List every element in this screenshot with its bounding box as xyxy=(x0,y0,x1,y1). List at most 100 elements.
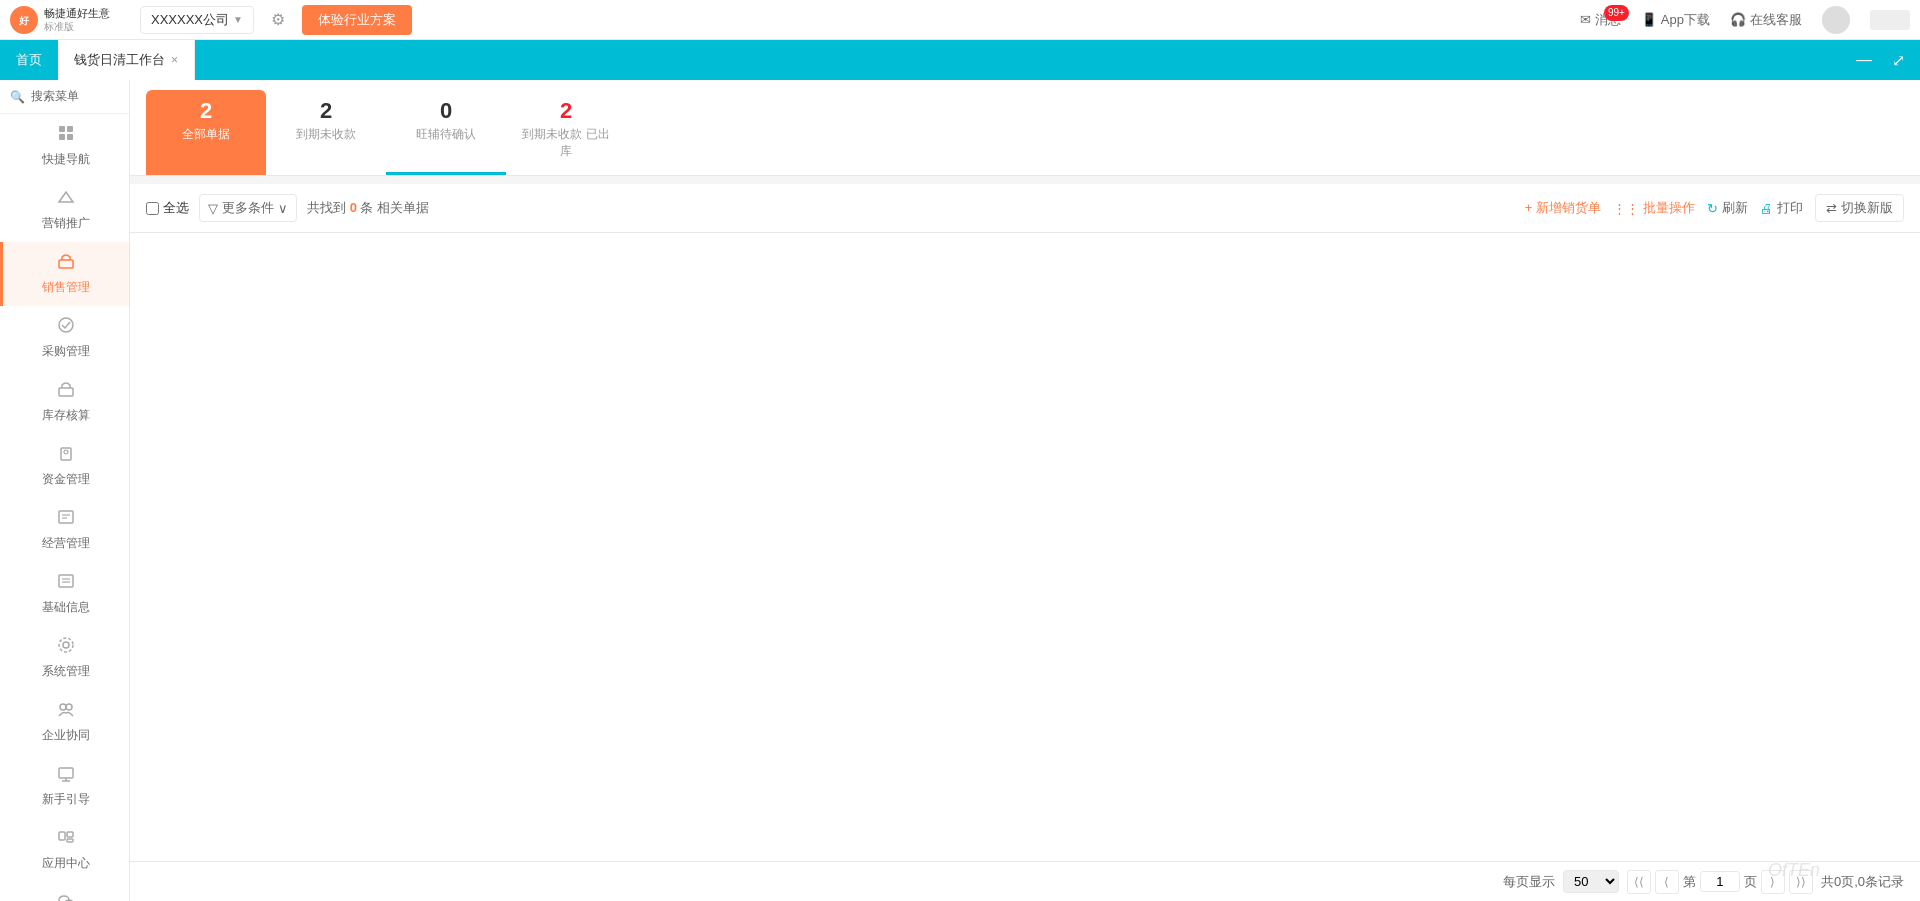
sidebar-item-system[interactable]: 系统管理 xyxy=(0,626,129,690)
quick-nav-icon xyxy=(57,124,75,147)
batch-op-button[interactable]: ⋮⋮ 批量操作 xyxy=(1613,199,1695,217)
sidebar-item-label: 应用中心 xyxy=(42,855,90,872)
select-all-checkbox-area[interactable]: 全选 xyxy=(146,199,189,217)
top-header: 好 畅捷通好生意 标准版 XXXXXX公司 ▼ ⚙ 体验行业方案 ✉ 消息 99… xyxy=(0,0,1920,40)
result-count: 共找到 0 条 相关单据 xyxy=(307,199,429,217)
avatar[interactable] xyxy=(1822,6,1850,34)
sidebar-item-basics[interactable]: 基础信息 xyxy=(0,562,129,626)
stat-overdue-num: 2 xyxy=(278,98,374,124)
sidebar-item-marketing[interactable]: 营销推广 xyxy=(0,178,129,242)
wechat-icon xyxy=(57,892,75,901)
sidebar-search[interactable]: 🔍 搜索菜单 xyxy=(0,80,129,114)
prev-page-button[interactable]: ⟨ xyxy=(1655,870,1679,894)
new-sale-button[interactable]: + 新增销货单 xyxy=(1525,199,1601,217)
app-download-action[interactable]: 📱 App下载 xyxy=(1641,11,1710,29)
sidebar-item-label: 经营管理 xyxy=(42,535,90,552)
sidebar-item-quick-nav[interactable]: 快捷导航 xyxy=(0,114,129,178)
experience-button[interactable]: 体验行业方案 xyxy=(302,5,412,35)
tab-bar-right: — ⤢ xyxy=(1852,48,1920,72)
switch-icon: ⇄ xyxy=(1826,201,1837,216)
svg-rect-7 xyxy=(59,260,73,268)
svg-rect-12 xyxy=(59,511,73,523)
stat-overdue-shipped-num: 2 xyxy=(518,98,614,124)
sidebar-item-label: 库存核算 xyxy=(42,407,90,424)
purchase-icon xyxy=(57,316,75,339)
sidebar-item-inventory[interactable]: 库存核算 xyxy=(0,370,129,434)
svg-rect-25 xyxy=(59,832,65,840)
inventory-icon xyxy=(57,380,75,403)
svg-rect-5 xyxy=(67,134,73,140)
sidebar-item-cooperation[interactable]: 企业协同 xyxy=(0,690,129,754)
next-page-button[interactable]: ⟩ xyxy=(1761,870,1785,894)
system-icon xyxy=(57,636,75,659)
tab-close-icon[interactable]: × xyxy=(171,53,178,67)
settings-icon[interactable]: ⚙ xyxy=(264,6,292,34)
sidebar-search-label: 搜索菜单 xyxy=(31,88,79,105)
logo-area: 好 畅捷通好生意 标准版 xyxy=(10,6,140,34)
tab-home[interactable]: 首页 xyxy=(0,40,58,80)
page-label: 第 xyxy=(1683,873,1696,891)
stat-tab-pending[interactable]: 0 旺辅待确认 xyxy=(386,90,506,175)
stat-overdue-label: 到期未收款 xyxy=(278,126,374,143)
per-page-label: 每页显示 xyxy=(1503,873,1555,891)
filter-button[interactable]: ▽ 更多条件 ∨ xyxy=(199,194,297,222)
company-name: XXXXXX公司 xyxy=(151,11,229,29)
sidebar-item-guide[interactable]: 新手引导 xyxy=(0,754,129,818)
table-footer: 每页显示 50 20 100 ⟨⟨ ⟨ 第 页 ⟩ ⟩⟩ 共0页,0条记录 xyxy=(130,861,1920,901)
sidebar-item-finance[interactable]: 资金管理 xyxy=(0,434,129,498)
sidebar-item-label: 新手引导 xyxy=(42,791,90,808)
messages-icon: ✉ xyxy=(1580,12,1591,27)
tab-minimize-icon[interactable]: — xyxy=(1852,48,1876,72)
operations-icon xyxy=(57,508,75,531)
online-service-action[interactable]: 🎧 在线客服 xyxy=(1730,11,1802,29)
svg-rect-26 xyxy=(67,832,73,837)
filter-icon: ▽ xyxy=(208,201,218,216)
online-service-icon: 🎧 xyxy=(1730,12,1746,27)
last-page-button[interactable]: ⟩⟩ xyxy=(1789,870,1813,894)
tab-maximize-icon[interactable]: ⤢ xyxy=(1886,48,1910,72)
stats-tabs: 2 全部单据 2 到期未收款 0 旺辅待确认 2 到期未收款 已出库 xyxy=(130,80,1920,176)
logo-text: 畅捷通好生意 标准版 xyxy=(44,6,110,33)
stat-tab-overdue[interactable]: 2 到期未收款 xyxy=(266,90,386,175)
svg-point-19 xyxy=(59,638,73,652)
app-download-icon: 📱 xyxy=(1641,12,1657,27)
sidebar-item-sales[interactable]: 销售管理 xyxy=(0,242,129,306)
count-value: 0 xyxy=(350,200,357,215)
total-records: 共0页,0条记录 xyxy=(1821,873,1904,891)
svg-rect-2 xyxy=(59,126,65,132)
sidebar-item-wechat[interactable]: 企业微信 xyxy=(0,882,129,901)
page-nav: ⟨⟨ ⟨ 第 页 ⟩ ⟩⟩ xyxy=(1627,870,1813,894)
tab-work-platform[interactable]: 钱货日清工作台 × xyxy=(58,40,195,80)
cooperation-icon xyxy=(57,700,75,723)
table-area xyxy=(130,233,1920,861)
company-selector[interactable]: XXXXXX公司 ▼ xyxy=(140,6,254,34)
select-all-checkbox[interactable] xyxy=(146,202,159,215)
per-page-select[interactable]: 50 20 100 xyxy=(1563,870,1619,893)
stat-tab-all[interactable]: 2 全部单据 xyxy=(146,90,266,175)
select-all-label: 全选 xyxy=(163,199,189,217)
sidebar-item-label: 销售管理 xyxy=(42,279,90,296)
sidebar-item-label: 快捷导航 xyxy=(42,151,90,168)
svg-rect-22 xyxy=(59,768,73,778)
guide-icon xyxy=(57,764,75,787)
stat-tab-overdue-shipped[interactable]: 2 到期未收款 已出库 xyxy=(506,90,626,175)
search-icon: 🔍 xyxy=(10,90,25,104)
basics-icon xyxy=(57,572,75,595)
print-button[interactable]: 🖨 打印 xyxy=(1760,199,1803,217)
content-area: 2 全部单据 2 到期未收款 0 旺辅待确认 2 到期未收款 已出库 全选 xyxy=(130,80,1920,901)
messages-action[interactable]: ✉ 消息 99+ xyxy=(1580,11,1621,29)
first-page-button[interactable]: ⟨⟨ xyxy=(1627,870,1651,894)
sidebar-item-label: 资金管理 xyxy=(42,471,90,488)
sidebar-item-purchase[interactable]: 采购管理 xyxy=(0,306,129,370)
svg-rect-27 xyxy=(67,839,73,842)
svg-rect-4 xyxy=(59,134,65,140)
sidebar-item-label: 基础信息 xyxy=(42,599,90,616)
page-input[interactable] xyxy=(1700,871,1740,892)
refresh-button[interactable]: ↻ 刷新 xyxy=(1707,199,1748,217)
sidebar-item-operations[interactable]: 经营管理 xyxy=(0,498,129,562)
switch-version-button[interactable]: ⇄ 切换新版 xyxy=(1815,194,1904,222)
toolbar-right: + 新增销货单 ⋮⋮ 批量操作 ↻ 刷新 🖨 打印 ⇄ 切换新版 xyxy=(1525,194,1904,222)
app-download-label: App下载 xyxy=(1661,11,1710,29)
batch-op-icon: ⋮⋮ xyxy=(1613,201,1639,216)
sidebar-item-apps[interactable]: 应用中心 xyxy=(0,818,129,882)
